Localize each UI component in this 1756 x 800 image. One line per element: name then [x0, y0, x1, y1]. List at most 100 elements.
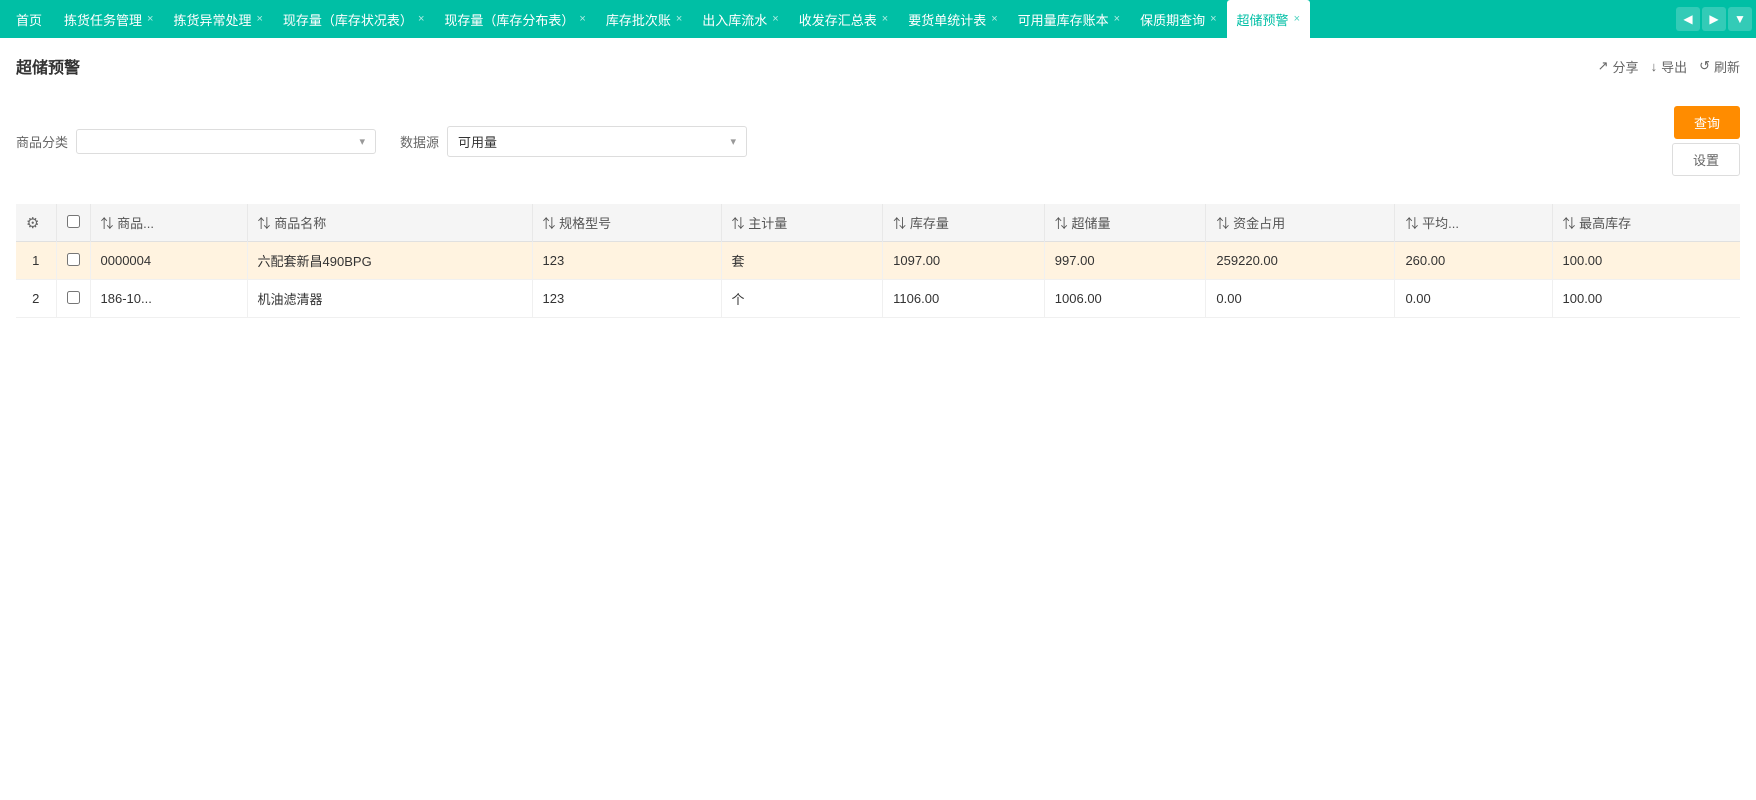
spec: 123 [532, 280, 721, 318]
nav-arrows: ◀ ▶ ▼ [1676, 7, 1752, 31]
product-code: 0000004 [90, 242, 247, 280]
product-code: 186-10... [90, 280, 247, 318]
tab-close-icon[interactable]: × [147, 13, 153, 25]
category-select[interactable]: ▾ [76, 129, 376, 154]
tab-close-icon[interactable]: × [256, 13, 262, 25]
stock: 1106.00 [883, 280, 1045, 318]
col-sort-icon: ⇅ [1055, 216, 1068, 231]
tab-close-icon[interactable]: × [1294, 13, 1300, 25]
tab-label: 现存量（库存分布表） [444, 10, 574, 29]
tab-close-icon[interactable]: × [991, 13, 997, 25]
col-sort-icon: ⇅ [893, 216, 906, 231]
export-icon: ↓ [1651, 59, 1658, 74]
nav-bar: 首页 拣货任务管理×拣货异常处理×现存量（库存状况表）×现存量（库存分布表）×库… [0, 0, 1756, 38]
settings-button[interactable]: 设置 [1672, 143, 1740, 176]
unit: 套 [721, 242, 883, 280]
col-label: 商品名称 [274, 216, 326, 231]
col-label: 商品... [117, 216, 154, 231]
tab-close-icon[interactable]: × [772, 13, 778, 25]
table-header: ⚙ ⇅ 商品... ⇅ 商品名称 ⇅ 规格型号 ⇅ [16, 204, 1740, 242]
nav-more-button[interactable]: ▼ [1728, 7, 1752, 31]
col-sort-icon: ⇅ [1216, 216, 1229, 231]
select-all-checkbox[interactable] [67, 215, 80, 228]
tab-close-icon[interactable]: × [418, 13, 424, 25]
header-actions: ↗ 分享 ↓ 导出 ↺ 刷新 [1598, 57, 1740, 76]
tab-close-icon[interactable]: × [1210, 13, 1216, 25]
page-header: 超储预警 ↗ 分享 ↓ 导出 ↺ 刷新 [16, 54, 1740, 78]
col-sort-icon: ⇅ [1405, 216, 1418, 231]
page-content: 超储预警 ↗ 分享 ↓ 导出 ↺ 刷新 商品分类 ▾ 数据源 [0, 38, 1756, 800]
col-label: 规格型号 [559, 216, 611, 231]
row-checkbox[interactable] [67, 253, 80, 266]
nav-tab-tab-4[interactable]: 现存量（库存分布表） × [434, 0, 595, 38]
data-table: ⚙ ⇅ 商品... ⇅ 商品名称 ⇅ 规格型号 ⇅ [16, 204, 1740, 318]
col-sort-icon: ⇅ [101, 216, 114, 231]
share-label: 分享 [1613, 57, 1639, 76]
tab-close-icon[interactable]: × [676, 13, 682, 25]
datasource-select[interactable]: 可用量 ▾ [447, 126, 747, 157]
col-label: 资金占用 [1233, 216, 1285, 231]
nav-tab-tab-6[interactable]: 出入库流水× [692, 0, 788, 38]
col-label: 最高库存 [1579, 216, 1631, 231]
row-checkbox[interactable] [67, 291, 80, 304]
tab-close-icon[interactable]: × [882, 13, 888, 25]
col-label: 超储量 [1071, 216, 1110, 231]
share-button[interactable]: ↗ 分享 [1598, 57, 1639, 76]
col-header-product-code: ⇅ 商品... [90, 204, 247, 242]
nav-tab-tab-2[interactable]: 拣货异常处理× [163, 0, 272, 38]
nav-tab-tab-10[interactable]: 保质期查询× [1130, 0, 1226, 38]
col-header-spec: ⇅ 规格型号 [532, 204, 721, 242]
stock: 1097.00 [883, 242, 1045, 280]
col-sort-icon: ⇅ [258, 216, 271, 231]
col-header-unit: ⇅ 主计量 [721, 204, 883, 242]
tab-close-icon[interactable]: × [579, 13, 585, 25]
nav-tab-tab-8[interactable]: 要货单统计表 × [898, 0, 1007, 38]
tab-label: 拣货任务管理 [64, 10, 142, 29]
filter-row: 商品分类 ▾ 数据源 可用量 ▾ 查询 设置 [16, 94, 1740, 188]
nav-tabs: 拣货任务管理×拣货异常处理×现存量（库存状况表）×现存量（库存分布表）×库存批次… [54, 0, 1310, 38]
nav-next-button[interactable]: ▶ [1702, 7, 1726, 31]
col-header-product-name: ⇅ 商品名称 [247, 204, 532, 242]
table-row: 2 186-10... 机油滤清器 123 个 1106.00 1006.00 … [16, 280, 1740, 318]
tab-close-icon[interactable]: × [1114, 13, 1120, 25]
col-header-gear: ⚙ [16, 204, 56, 242]
tab-label: 可用量库存账本 [1018, 10, 1109, 29]
nav-tab-tab-7[interactable]: 收发存汇总表 × [789, 0, 898, 38]
capital: 0.00 [1206, 280, 1395, 318]
export-button[interactable]: ↓ 导出 [1651, 57, 1688, 76]
col-sort-icon: ⇅ [732, 216, 745, 231]
nav-tab-tab-9[interactable]: 可用量库存账本 × [1008, 0, 1130, 38]
table-header-row: ⚙ ⇅ 商品... ⇅ 商品名称 ⇅ 规格型号 ⇅ [16, 204, 1740, 242]
col-header-capital: ⇅ 资金占用 [1206, 204, 1395, 242]
export-label: 导出 [1661, 57, 1687, 76]
col-header-avg: ⇅ 平均... [1395, 204, 1552, 242]
page-title: 超储预警 [16, 54, 80, 78]
row-checkbox-cell [56, 280, 90, 318]
col-label: 主计量 [748, 216, 787, 231]
nav-tab-tab-11[interactable]: 超储预警× [1227, 0, 1310, 38]
tab-label: 现存量（库存状况表） [283, 10, 413, 29]
capital: 259220.00 [1206, 242, 1395, 280]
datasource-value: 可用量 [458, 132, 497, 151]
nav-tab-tab-5[interactable]: 库存批次账× [596, 0, 692, 38]
unit: 个 [721, 280, 883, 318]
nav-tab-tab-3[interactable]: 现存量（库存状况表） × [273, 0, 434, 38]
tab-label: 要货单统计表 [908, 10, 986, 29]
avg: 0.00 [1395, 280, 1552, 318]
row-checkbox-cell [56, 242, 90, 280]
nav-tab-tab-1[interactable]: 拣货任务管理 × [54, 0, 163, 38]
product-name: 机油滤清器 [247, 280, 532, 318]
table-row: 1 0000004 六配套新昌490BPG 123 套 1097.00 997.… [16, 242, 1740, 280]
col-label: 平均... [1422, 216, 1459, 231]
table-gear-icon[interactable]: ⚙ [26, 215, 39, 232]
table-body: 1 0000004 六配套新昌490BPG 123 套 1097.00 997.… [16, 242, 1740, 318]
row-index: 1 [16, 242, 56, 280]
datasource-filter-group: 数据源 可用量 ▾ [400, 126, 747, 157]
nav-prev-button[interactable]: ◀ [1676, 7, 1700, 31]
tab-label: 收发存汇总表 [799, 10, 877, 29]
refresh-button[interactable]: ↺ 刷新 [1699, 57, 1740, 76]
max-stock: 100.00 [1552, 242, 1740, 280]
query-button[interactable]: 查询 [1674, 106, 1740, 139]
nav-home[interactable]: 首页 [4, 10, 54, 29]
share-icon: ↗ [1598, 58, 1609, 74]
